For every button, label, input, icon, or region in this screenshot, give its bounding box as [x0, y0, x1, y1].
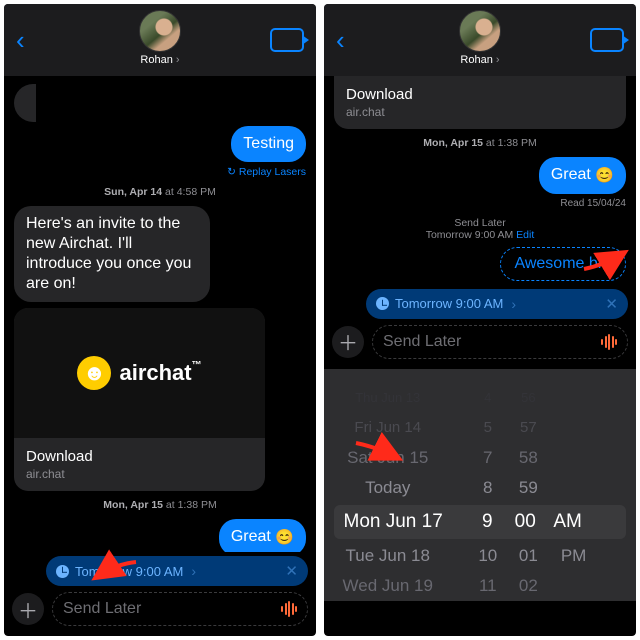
- facetime-icon[interactable]: [270, 28, 304, 52]
- compose-area: Tomorrow 9:00 AM › ✕ ＋ Send Later: [324, 285, 636, 369]
- scheduled-message-bubble[interactable]: Awesome bro: [334, 247, 626, 281]
- picker-row[interactable]: Wed Jun 191102: [324, 571, 636, 593]
- back-icon[interactable]: ‹: [336, 25, 345, 56]
- clock-icon: [376, 297, 389, 310]
- picker-row[interactable]: Thu Jun 13456: [324, 383, 636, 413]
- link-preview-image: ☻ airchat™: [14, 308, 265, 438]
- message-input[interactable]: Send Later: [52, 592, 308, 626]
- voice-record-icon[interactable]: [601, 334, 617, 350]
- smile-emoji-icon: 😊: [595, 167, 614, 184]
- chevron-right-icon: ›: [191, 563, 196, 579]
- contact-name: Rohan: [460, 54, 499, 66]
- chat-header: ‹ Rohan: [324, 4, 636, 76]
- schedule-chip[interactable]: Tomorrow 9:00 AM › ✕: [366, 289, 628, 319]
- picker-row[interactable]: Sat Jun 15758: [324, 443, 636, 473]
- plus-apps-button[interactable]: ＋: [332, 326, 364, 358]
- avatar: [459, 10, 501, 52]
- message-input[interactable]: Send Later: [372, 325, 628, 359]
- airchat-logo-icon: ☻: [77, 356, 111, 390]
- picker-row[interactable]: Today859: [324, 473, 636, 503]
- read-receipt: Read 15/04/24: [334, 198, 626, 209]
- cancel-schedule-icon[interactable]: ✕: [605, 295, 618, 313]
- compose-area: Tomorrow 9:00 AM › ✕ ＋ Send Later: [4, 552, 316, 636]
- clock-icon: [56, 565, 69, 578]
- cropped-bubble: [14, 84, 36, 122]
- smile-emoji-icon: 😊: [275, 529, 294, 546]
- timestamp: Mon, Apr 15 at 1:38 PM: [334, 137, 626, 149]
- chevron-right-icon: ›: [511, 296, 516, 312]
- timestamp: Mon, Apr 15 at 1:38 PM: [14, 499, 306, 511]
- plus-apps-button[interactable]: ＋: [12, 593, 44, 625]
- voice-record-icon[interactable]: [281, 601, 297, 617]
- cancel-schedule-icon[interactable]: ✕: [285, 562, 298, 580]
- message-bubble-sent[interactable]: Great 😊: [539, 157, 626, 194]
- timestamp: Sun, Apr 14 at 4:58 PM: [14, 186, 306, 198]
- contact-block[interactable]: Rohan: [459, 10, 501, 66]
- replay-effect-link[interactable]: Replay Lasers: [14, 166, 306, 178]
- contact-name: Rohan: [140, 54, 179, 66]
- input-placeholder: Send Later: [383, 333, 461, 351]
- message-bubble-sent[interactable]: Great 😊: [219, 519, 306, 552]
- input-placeholder: Send Later: [63, 600, 141, 618]
- link-title: Download: [26, 448, 253, 465]
- phone-right: ‹ Rohan Download air.chat Mon, Apr 15 at…: [324, 4, 636, 636]
- schedule-chip-label: Tomorrow 9:00 AM: [75, 564, 183, 579]
- edit-schedule-link[interactable]: Edit: [516, 229, 534, 241]
- back-icon[interactable]: ‹: [16, 25, 25, 56]
- picker-row[interactable]: Mon Jun 17900AM: [334, 505, 626, 539]
- message-scroll[interactable]: Download air.chat Mon, Apr 15 at 1:38 PM…: [324, 76, 636, 285]
- chat-header: ‹ Rohan: [4, 4, 316, 76]
- link-domain: air.chat: [26, 467, 253, 481]
- link-preview-card[interactable]: Download air.chat: [334, 76, 626, 129]
- message-bubble-received[interactable]: Here's an invite to the new Airchat. I'l…: [14, 206, 306, 491]
- invite-text: Here's an invite to the new Airchat. I'l…: [14, 206, 210, 302]
- contact-block[interactable]: Rohan: [139, 10, 181, 66]
- picker-row[interactable]: Tue Jun 181001PM: [324, 541, 636, 571]
- message-bubble-sent[interactable]: Testing: [231, 126, 306, 162]
- airchat-wordmark: airchat™: [119, 360, 201, 386]
- message-scroll[interactable]: Testing Replay Lasers Sun, Apr 14 at 4:5…: [4, 76, 316, 552]
- avatar: [139, 10, 181, 52]
- picker-row[interactable]: Fri Jun 14557: [324, 413, 636, 443]
- link-domain: air.chat: [346, 105, 614, 119]
- link-preview-card[interactable]: ☻ airchat™ Download air.chat: [14, 308, 265, 491]
- schedule-chip[interactable]: Tomorrow 9:00 AM › ✕: [46, 556, 308, 586]
- datetime-picker[interactable]: Thu Jun 13456Fri Jun 14557Sat Jun 15758T…: [324, 369, 636, 601]
- phone-left: ‹ Rohan Testing Replay Lasers Sun, Apr 1…: [4, 4, 316, 636]
- send-later-header: Send Later Tomorrow 9:00 AM Edit: [334, 217, 626, 241]
- link-title: Download: [346, 86, 614, 103]
- facetime-icon[interactable]: [590, 28, 624, 52]
- schedule-chip-label: Tomorrow 9:00 AM: [395, 296, 503, 311]
